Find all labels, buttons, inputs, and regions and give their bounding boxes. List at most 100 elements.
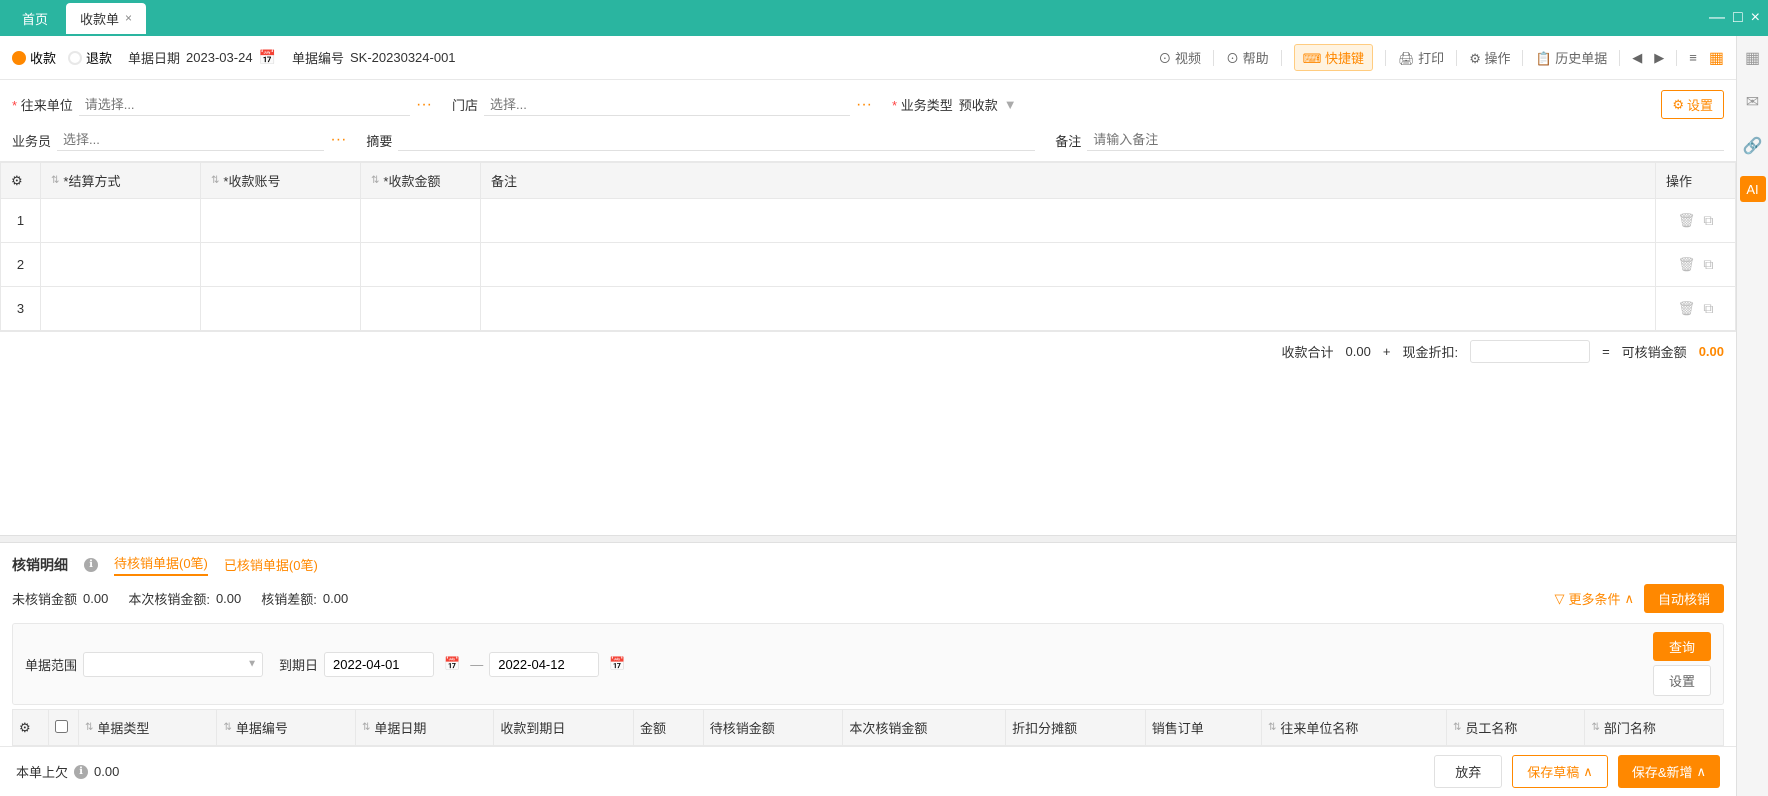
- nav-next[interactable]: ▶: [1654, 50, 1664, 66]
- tab-active[interactable]: 收款单 ×: [66, 3, 146, 34]
- row-1-copy-icon[interactable]: ⧉: [1703, 212, 1713, 229]
- salesperson-more-btn[interactable]: ···: [330, 131, 346, 149]
- store-input[interactable]: [484, 94, 850, 116]
- col-header-gear[interactable]: ⚙: [1, 163, 41, 199]
- cal-icon-from[interactable]: 📅: [444, 656, 460, 672]
- row-1-delete-icon[interactable]: 🗑: [1678, 212, 1696, 229]
- bt-col-due: 收款到期日: [494, 710, 634, 746]
- bt-col-gear[interactable]: ⚙: [13, 710, 49, 746]
- counterparty-more-btn[interactable]: ···: [416, 96, 432, 114]
- sidebar-link-icon[interactable]: 🔗: [1739, 132, 1767, 160]
- table-gear-icon[interactable]: ⚙: [11, 173, 23, 188]
- sidebar-mail-icon[interactable]: ✉: [1742, 88, 1763, 116]
- business-type-field: * 业务类型 预收款 ▼: [892, 95, 1641, 114]
- number-value[interactable]: SK-20230324-001: [350, 50, 456, 65]
- list-icon[interactable]: ≡: [1689, 50, 1697, 65]
- row-3-copy-icon[interactable]: ⧉: [1703, 300, 1713, 317]
- setting-button[interactable]: ⚙ 设置: [1661, 90, 1724, 119]
- save-arrow-icon: ∧: [1696, 764, 1706, 780]
- sidebar-camera-icon[interactable]: AI: [1740, 176, 1766, 202]
- row-2-note[interactable]: [481, 243, 1656, 287]
- radio-tuikuan[interactable]: 退款: [68, 48, 112, 67]
- salesperson-label: 业务员: [12, 131, 51, 150]
- discount-input[interactable]: [1470, 340, 1590, 363]
- footer-actions: 放弃 保存草稿 ∧ 保存&新增 ∧: [1434, 755, 1720, 788]
- note-input[interactable]: [1087, 129, 1724, 151]
- bt-col-pending: 待核销金额: [703, 710, 843, 746]
- maximize-icon[interactable]: □: [1733, 9, 1743, 27]
- date-to-input[interactable]: [489, 652, 599, 677]
- video-btn[interactable]: ⊙ 视频: [1158, 48, 1201, 67]
- done-tab[interactable]: 已核销单据(0笔): [224, 555, 318, 574]
- row-2-account[interactable]: [201, 243, 361, 287]
- row-1-account[interactable]: [201, 199, 361, 243]
- filter-settings-btn[interactable]: 设置: [1653, 665, 1711, 696]
- reconcile-stats: 未核销金额 0.00 本次核销金额: 0.00 核销差额: 0.00: [12, 589, 348, 608]
- row-2-delete-icon[interactable]: 🗑: [1678, 256, 1696, 273]
- radio-label-tuikuan: 退款: [86, 48, 112, 67]
- row-2-amount[interactable]: [361, 243, 481, 287]
- salesperson-input[interactable]: [57, 129, 324, 151]
- calendar-icon[interactable]: 📅: [259, 49, 276, 66]
- tab-close-icon[interactable]: ×: [125, 11, 132, 25]
- tab-home[interactable]: 首页: [8, 3, 62, 34]
- abandon-button[interactable]: 放弃: [1434, 755, 1502, 788]
- row-3-note[interactable]: [481, 287, 1656, 331]
- help-btn[interactable]: ⊙ 帮助: [1226, 48, 1269, 67]
- print-btn[interactable]: 🖨 打印: [1398, 48, 1444, 67]
- draft-button[interactable]: 保存草稿 ∧: [1512, 755, 1608, 788]
- reconcile-header: 核销明细 ℹ 待核销单据(0笔) 已核销单据(0笔): [12, 553, 1724, 576]
- shortcut-btn[interactable]: ⌨ 快捷键: [1294, 44, 1373, 71]
- diff-value: 0.00: [323, 591, 348, 606]
- table-row: 3 🗑 ⧉: [1, 287, 1736, 331]
- row-1-settle[interactable]: [41, 199, 201, 243]
- toolbar-right: ⊙ 视频 ⊙ 帮助 ⌨ 快捷键 🖨 打印 ⚙ 操作 📋 历史单据 ◀ ▶ ≡ ▦: [1158, 44, 1724, 71]
- discount-label: 现金折扣:: [1402, 342, 1458, 361]
- row-3-settle[interactable]: [41, 287, 201, 331]
- summary-input[interactable]: [398, 129, 1035, 151]
- bt-col-amount: 金额: [633, 710, 703, 746]
- range-select[interactable]: [83, 652, 263, 677]
- save-button[interactable]: 保存&新增 ∧: [1618, 755, 1720, 788]
- summary-label: 摘要: [366, 131, 392, 150]
- col-header-note: 备注: [481, 163, 1656, 199]
- bt-col-checkbox: [49, 710, 79, 746]
- nav-prev[interactable]: ◀: [1632, 50, 1642, 66]
- operation-btn[interactable]: ⚙ 操作: [1469, 48, 1510, 67]
- date-value[interactable]: 2023-03-24: [186, 50, 253, 65]
- row-1-note[interactable]: [481, 199, 1656, 243]
- grid-icon[interactable]: ▦: [1709, 48, 1724, 68]
- row-3-amount[interactable]: [361, 287, 481, 331]
- store-more-btn[interactable]: ···: [856, 96, 872, 114]
- reconcile-info-icon[interactable]: ℹ: [84, 558, 98, 572]
- date-from-input[interactable]: [324, 652, 434, 677]
- row-3-delete-icon[interactable]: 🗑: [1678, 300, 1696, 317]
- business-type-value: 预收款: [959, 95, 998, 114]
- unreconciled-label: 未核销金额: [12, 589, 77, 608]
- more-conditions-btn[interactable]: ▽ 更多条件 ∧: [1554, 589, 1634, 608]
- salesperson-field: 业务员 ···: [12, 129, 346, 151]
- close-icon[interactable]: ×: [1751, 9, 1760, 27]
- carry-info-icon[interactable]: ℹ: [74, 765, 88, 779]
- row-2-copy-icon[interactable]: ⧉: [1703, 256, 1713, 273]
- select-all-checkbox[interactable]: [55, 720, 68, 733]
- tab-bar: 首页 收款单 × — □ ×: [0, 0, 1768, 36]
- business-type-arrow[interactable]: ▼: [1004, 97, 1017, 112]
- row-3-account[interactable]: [201, 287, 361, 331]
- store-field: 门店 ···: [452, 94, 872, 116]
- pending-tab[interactable]: 待核销单据(0笔): [114, 553, 208, 576]
- counterparty-input[interactable]: [79, 94, 410, 116]
- auto-reconcile-btn[interactable]: 自动核销: [1644, 584, 1724, 613]
- date-label: 单据日期: [128, 48, 180, 67]
- row-num-1: 1: [1, 199, 41, 243]
- minimize-icon[interactable]: —: [1709, 9, 1725, 27]
- radio-shoukuan[interactable]: 收款: [12, 48, 56, 67]
- cal-icon-to[interactable]: 📅: [609, 656, 625, 672]
- row-1-amount[interactable]: [361, 199, 481, 243]
- query-button[interactable]: 查询: [1653, 632, 1711, 661]
- row-2-settle[interactable]: [41, 243, 201, 287]
- row-2-op: 🗑 ⧉: [1656, 243, 1736, 287]
- history-btn[interactable]: 📋 历史单据: [1535, 48, 1607, 67]
- due-label: 到期日: [279, 655, 318, 674]
- sidebar-table-icon[interactable]: ▦: [1741, 44, 1764, 72]
